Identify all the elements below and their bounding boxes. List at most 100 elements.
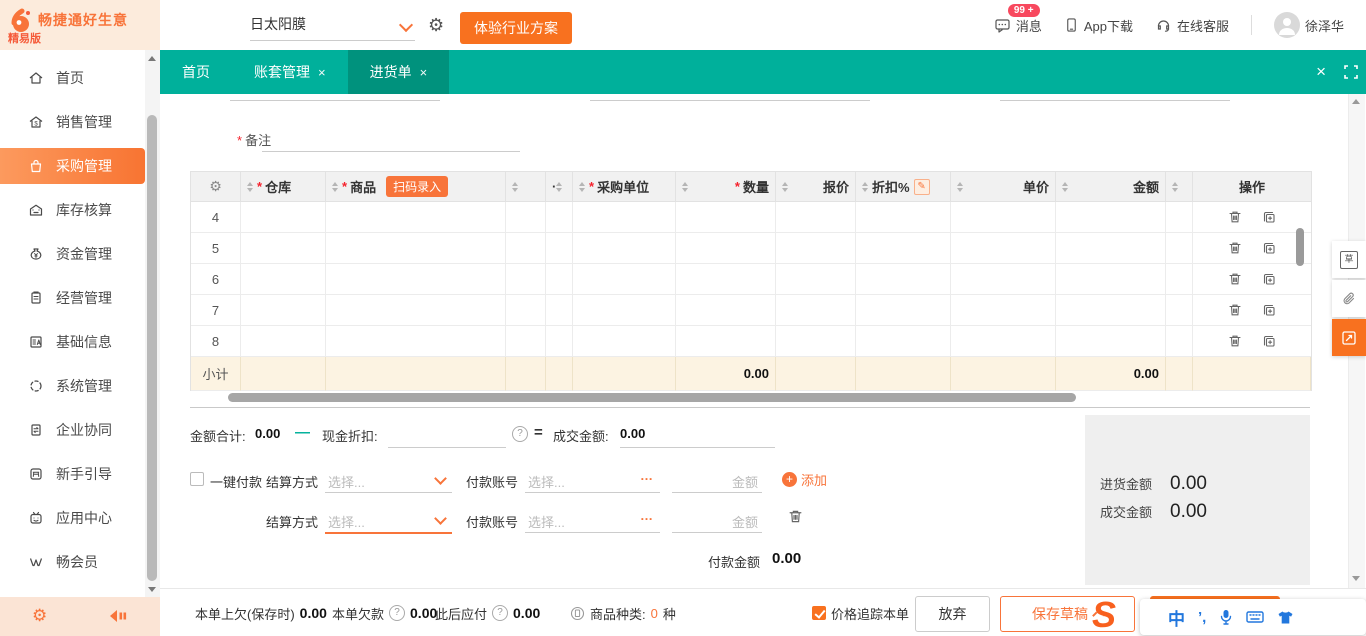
form-field-underline[interactable]	[1000, 100, 1230, 101]
table-cell[interactable]	[1056, 233, 1166, 264]
discount-edit-icon[interactable]: ✎	[913, 178, 930, 195]
copy-row-icon[interactable]	[1262, 241, 1276, 255]
delete-row-icon[interactable]	[1228, 210, 1242, 224]
ime-language-icon[interactable]: 中	[1168, 605, 1185, 630]
table-cell[interactable]	[676, 264, 776, 295]
table-horizontal-scroll-thumb[interactable]	[228, 393, 1076, 402]
sort-icon[interactable]	[332, 181, 338, 192]
table-cell[interactable]	[326, 326, 506, 357]
table-cell[interactable]	[676, 295, 776, 326]
table-cell[interactable]	[1166, 264, 1193, 295]
table-cell[interactable]	[326, 233, 506, 264]
table-cell[interactable]	[1166, 233, 1193, 264]
scroll-down-icon[interactable]	[1352, 576, 1360, 581]
settings-gear-icon[interactable]: ⚙	[428, 15, 444, 36]
sidebar-item-app-center[interactable]: 应用中心	[0, 500, 145, 536]
sort-icon[interactable]	[579, 181, 585, 192]
table-cell[interactable]	[676, 202, 776, 233]
help-icon[interactable]: ?	[512, 426, 528, 442]
col-discount[interactable]: 折扣% ✎	[856, 172, 951, 202]
table-cell[interactable]	[326, 202, 506, 233]
table-cell[interactable]	[1166, 326, 1193, 357]
more-icon[interactable]: …	[640, 468, 655, 483]
table-cell[interactable]	[546, 233, 573, 264]
form-field-underline[interactable]	[230, 100, 440, 101]
delete-row-icon[interactable]	[1228, 303, 1242, 317]
table-cell[interactable]	[776, 264, 856, 295]
table-cell[interactable]	[506, 295, 546, 326]
table-cell[interactable]	[573, 326, 676, 357]
table-cell[interactable]	[546, 295, 573, 326]
table-cell[interactable]	[856, 295, 951, 326]
draft-list-button[interactable]: 草	[1332, 241, 1366, 278]
scroll-up-icon[interactable]	[148, 56, 156, 61]
copy-row-icon[interactable]	[1262, 210, 1276, 224]
pay-amount-input[interactable]: 金额	[728, 512, 758, 531]
column-settings-icon[interactable]: ⚙	[209, 178, 222, 195]
table-cell[interactable]	[1166, 202, 1193, 233]
app-download-item[interactable]: App下载	[1064, 16, 1133, 35]
table-cell[interactable]	[241, 264, 326, 295]
cash-discount-input[interactable]	[388, 447, 506, 448]
tab-home[interactable]: 首页	[160, 50, 232, 94]
table-cell[interactable]	[951, 326, 1056, 357]
sidebar-item-guide[interactable]: 新手引导	[0, 456, 145, 492]
messages-item[interactable]: 99 + 消息	[994, 3, 1042, 35]
sort-icon[interactable]	[862, 181, 868, 192]
sidebar-item-home[interactable]: 首页	[0, 60, 145, 96]
help-icon[interactable]: ?	[492, 605, 509, 621]
sidebar-settings-icon[interactable]: ⚙	[32, 606, 47, 626]
table-cell[interactable]	[676, 326, 776, 357]
sidebar-scroll-thumb[interactable]	[147, 115, 157, 581]
sidebar-item-sales[interactable]: $ 销售管理	[0, 104, 145, 140]
sidebar-item-base-info[interactable]: 基础信息	[0, 324, 145, 360]
delete-row-icon[interactable]	[1228, 241, 1242, 255]
sort-icon[interactable]	[682, 181, 688, 192]
price-track-checkbox[interactable]	[812, 606, 826, 620]
delete-row-icon[interactable]	[1228, 272, 1242, 286]
col-extra1[interactable]	[506, 172, 546, 202]
account-select[interactable]: 日太阳膜	[250, 14, 415, 41]
table-cell[interactable]	[506, 264, 546, 295]
sidebar-item-operations[interactable]: 经营管理	[0, 280, 145, 316]
table-cell[interactable]	[1056, 264, 1166, 295]
sidebar-item-collaboration[interactable]: 企业协同	[0, 412, 145, 448]
table-cell[interactable]	[1166, 295, 1193, 326]
fullscreen-icon[interactable]	[1344, 65, 1358, 79]
table-cell[interactable]	[1056, 295, 1166, 326]
tab-close-icon[interactable]: ×	[420, 65, 428, 80]
col-extra2[interactable]: ·	[546, 172, 573, 202]
copy-row-icon[interactable]	[1262, 272, 1276, 286]
add-payment-button[interactable]: + 添加	[782, 470, 827, 489]
col-unit-price[interactable]: 单价	[951, 172, 1056, 202]
sidebar-item-purchase[interactable]: 采购管理	[0, 148, 145, 184]
tab-close-icon[interactable]: ×	[318, 65, 326, 80]
table-cell[interactable]	[951, 202, 1056, 233]
scroll-down-icon[interactable]	[148, 587, 156, 592]
col-warehouse[interactable]: * 仓库	[241, 172, 326, 202]
sidebar-item-system[interactable]: 系统管理	[0, 368, 145, 404]
help-icon[interactable]: ?	[389, 605, 406, 621]
deal-amount-input[interactable]	[620, 447, 775, 448]
sort-icon[interactable]	[556, 181, 563, 192]
ime-logo[interactable]: S	[1092, 594, 1116, 636]
form-field-underline[interactable]	[590, 100, 870, 101]
table-cell[interactable]	[546, 264, 573, 295]
col-purchase-unit[interactable]: * 采购单位	[573, 172, 676, 202]
table-cell[interactable]	[506, 202, 546, 233]
ime-mic-icon[interactable]	[1219, 609, 1233, 625]
table-cell[interactable]	[951, 233, 1056, 264]
sidebar-item-member[interactable]: 畅会员	[0, 544, 145, 580]
col-product[interactable]: * 商品 扫码录入	[326, 172, 506, 202]
attachment-button[interactable]	[1332, 280, 1366, 317]
copy-row-icon[interactable]	[1262, 303, 1276, 317]
table-cell[interactable]	[676, 233, 776, 264]
remark-input[interactable]	[262, 151, 520, 152]
col-extra3[interactable]	[1166, 172, 1193, 202]
table-cell[interactable]	[856, 202, 951, 233]
table-vertical-scroll-thumb[interactable]	[1296, 228, 1304, 266]
table-cell[interactable]	[573, 202, 676, 233]
table-cell[interactable]	[241, 202, 326, 233]
table-cell[interactable]	[951, 295, 1056, 326]
one-click-pay-checkbox[interactable]	[190, 472, 204, 486]
